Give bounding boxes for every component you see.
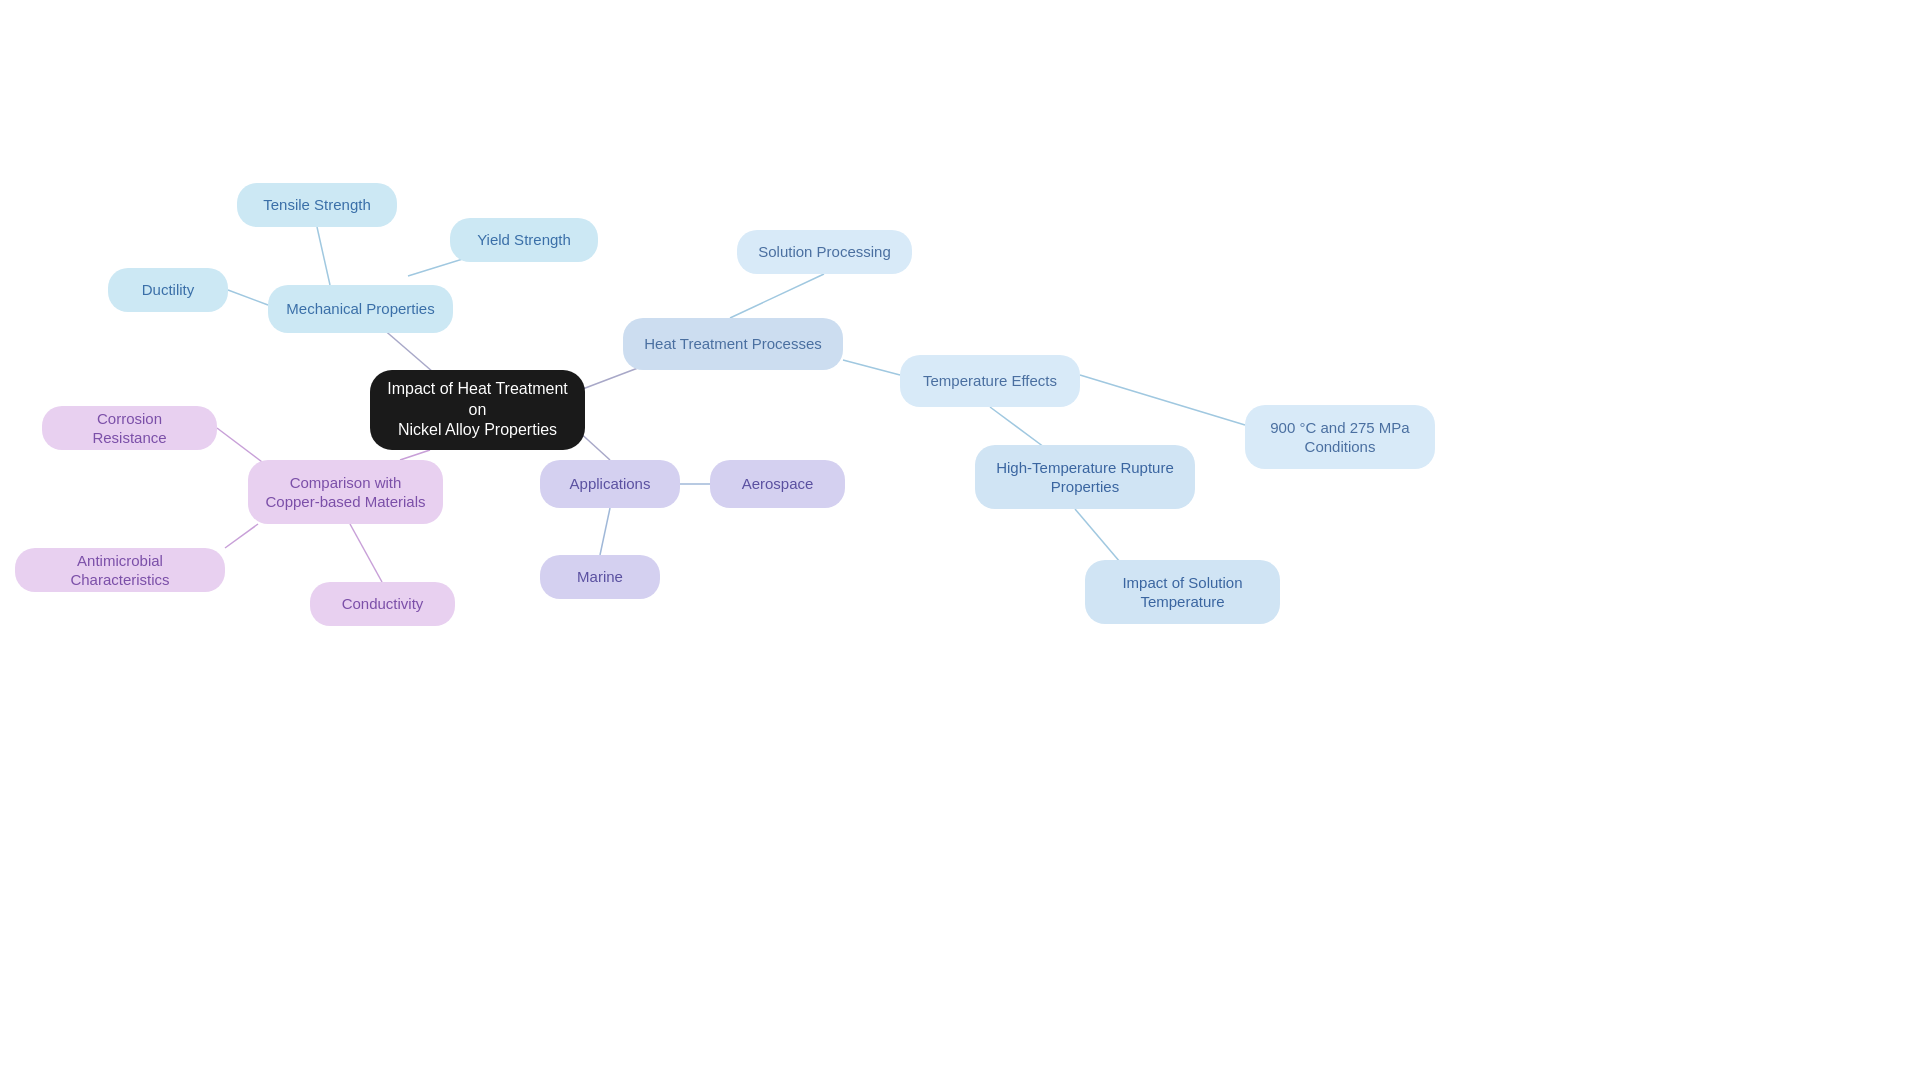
conditions-label: 900 °C and 275 MPa Conditions	[1270, 418, 1409, 457]
svg-line-12	[730, 274, 824, 318]
svg-line-4	[400, 450, 430, 460]
applications-node[interactable]: Applications	[540, 460, 680, 508]
antimicrobial-label: Antimicrobial Characteristics	[31, 551, 209, 590]
temperature-effects-node[interactable]: Temperature Effects	[900, 355, 1080, 407]
corrosion-resistance-label: Corrosion Resistance	[58, 409, 201, 448]
svg-line-15	[1075, 509, 1120, 562]
high-temp-rupture-label: High-Temperature Rupture Properties	[996, 458, 1174, 497]
impact-solution-temp-label: Impact of Solution Temperature	[1122, 573, 1242, 612]
tensile-strength-node[interactable]: Tensile Strength	[237, 183, 397, 227]
svg-line-3	[228, 290, 268, 305]
svg-line-7	[350, 524, 382, 582]
aerospace-label: Aerospace	[742, 474, 814, 494]
svg-line-6	[225, 524, 258, 548]
comparison-label: Comparison with Copper-based Materials	[265, 473, 425, 512]
tensile-strength-label: Tensile Strength	[263, 195, 371, 215]
marine-node[interactable]: Marine	[540, 555, 660, 599]
svg-line-16	[1080, 375, 1245, 425]
solution-processing-label: Solution Processing	[758, 242, 891, 262]
aerospace-node[interactable]: Aerospace	[710, 460, 845, 508]
solution-processing-node[interactable]: Solution Processing	[737, 230, 912, 274]
ductility-label: Ductility	[142, 280, 195, 300]
temperature-effects-label: Temperature Effects	[923, 371, 1057, 391]
ductility-node[interactable]: Ductility	[108, 268, 228, 312]
comparison-node[interactable]: Comparison with Copper-based Materials	[248, 460, 443, 524]
yield-strength-node[interactable]: Yield Strength	[450, 218, 598, 262]
impact-solution-temp-node[interactable]: Impact of Solution Temperature	[1085, 560, 1280, 624]
conditions-node[interactable]: 900 °C and 275 MPa Conditions	[1245, 405, 1435, 469]
conductivity-label: Conductivity	[342, 594, 424, 614]
central-node[interactable]: Impact of Heat Treatment on Nickel Alloy…	[370, 370, 585, 450]
high-temp-rupture-node[interactable]: High-Temperature Rupture Properties	[975, 445, 1195, 509]
svg-line-10	[600, 508, 610, 555]
corrosion-resistance-node[interactable]: Corrosion Resistance	[42, 406, 217, 450]
svg-line-1	[317, 227, 330, 285]
mechanical-properties-node[interactable]: Mechanical Properties	[268, 285, 453, 333]
svg-line-13	[843, 360, 900, 375]
antimicrobial-node[interactable]: Antimicrobial Characteristics	[15, 548, 225, 592]
heat-treatment-label: Heat Treatment Processes	[644, 334, 822, 354]
applications-label: Applications	[570, 474, 651, 494]
mechanical-properties-label: Mechanical Properties	[286, 299, 434, 319]
yield-strength-label: Yield Strength	[477, 230, 571, 250]
svg-line-14	[990, 407, 1048, 450]
marine-label: Marine	[577, 567, 623, 587]
central-label: Impact of Heat Treatment on Nickel Alloy…	[386, 379, 569, 441]
heat-treatment-node[interactable]: Heat Treatment Processes	[623, 318, 843, 370]
conductivity-node[interactable]: Conductivity	[310, 582, 455, 626]
